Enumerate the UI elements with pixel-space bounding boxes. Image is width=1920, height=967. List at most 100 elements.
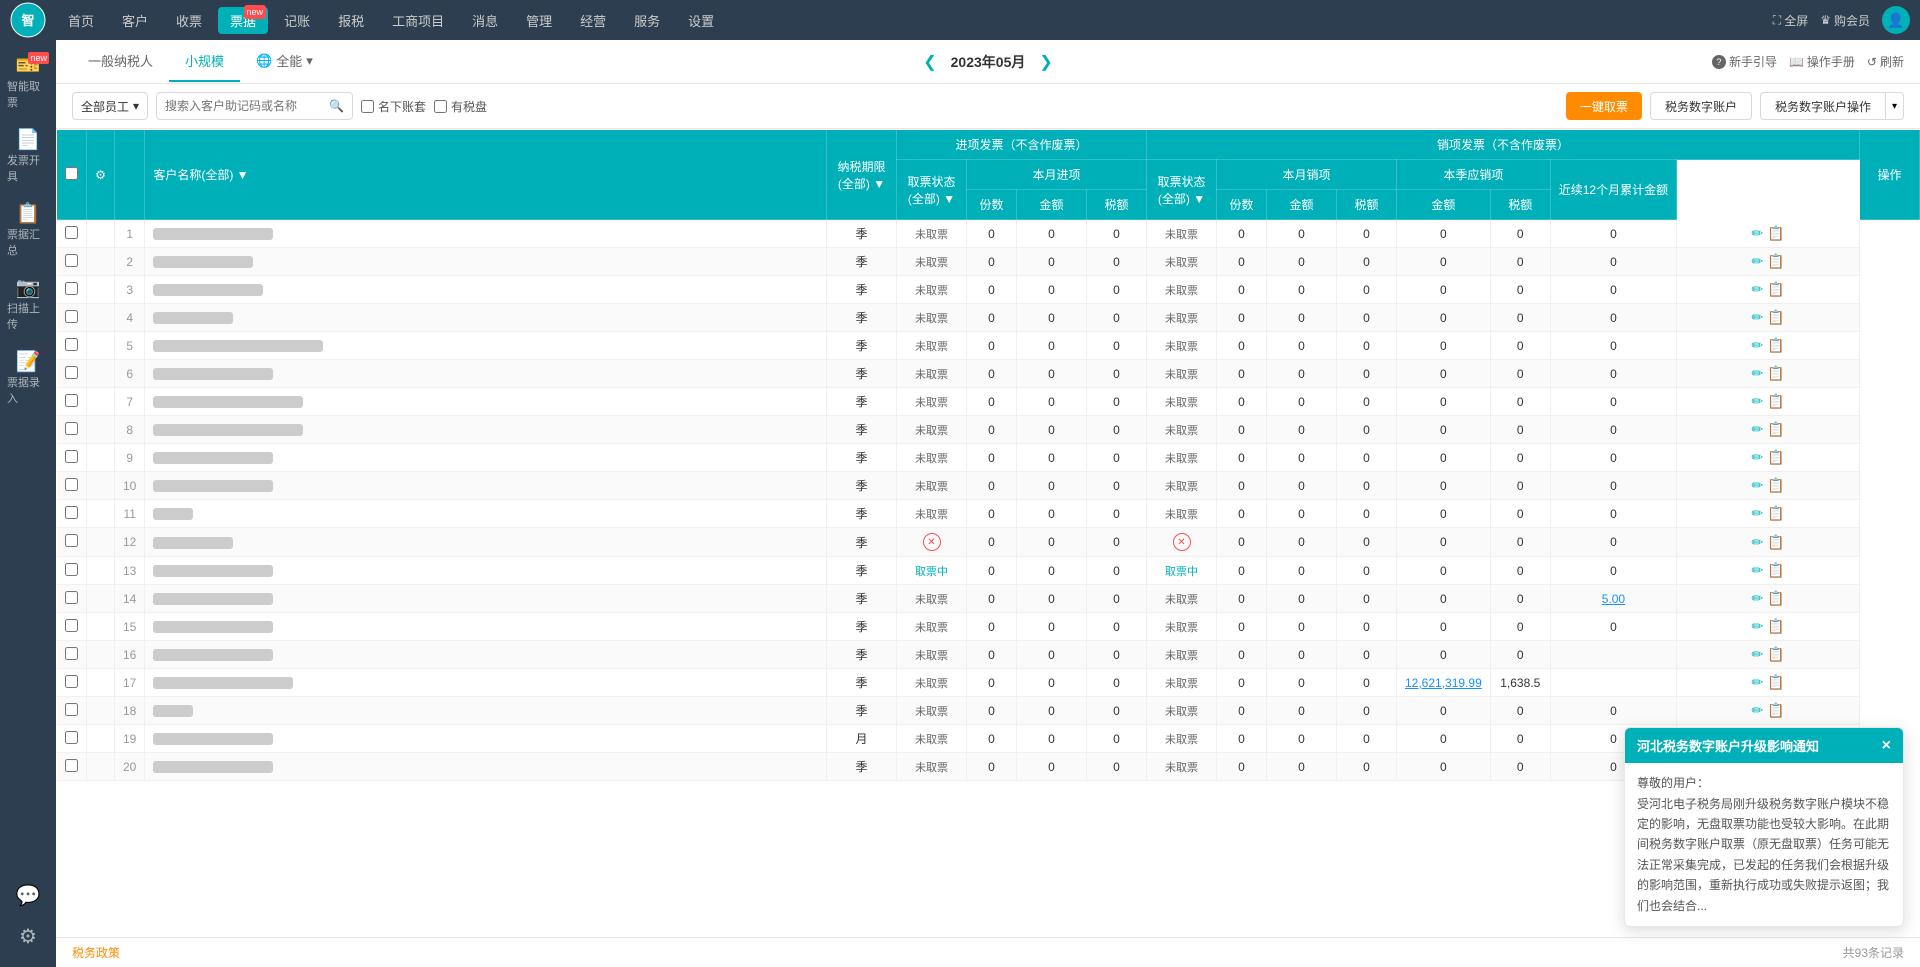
edit-icon[interactable]: ✏ [1751,281,1763,298]
row-checkbox[interactable] [65,759,78,772]
nav-tax[interactable]: 报税 [326,7,376,34]
nav-settings[interactable]: 设置 [676,7,726,34]
copy-icon[interactable]: 📋 [1767,225,1784,242]
q-amount-link[interactable]: 12,621,319.99 [1405,676,1482,690]
nav-messages[interactable]: 消息 [460,7,510,34]
nav-operations[interactable]: 经营 [568,7,618,34]
copy-icon[interactable]: 📋 [1767,421,1784,438]
row-checkbox[interactable] [65,226,78,239]
copy-icon[interactable]: 📋 [1767,590,1784,607]
edit-icon[interactable]: ✏ [1751,421,1763,438]
row-checkbox[interactable] [65,394,78,407]
row-checkbox[interactable] [65,703,78,716]
tab-general-taxpayer[interactable]: 一般纳税人 [72,41,169,82]
notification-close-btn[interactable]: × [1882,738,1891,754]
app-logo[interactable]: 智 [10,2,46,38]
employee-select[interactable]: 全部员工 ▾ [72,92,148,120]
tax-digital-account-btn[interactable]: 税务数字账户 [1650,92,1752,120]
sidebar-item-smart-ticket[interactable]: 🎫 智能取票 new [3,48,53,118]
manual-btn[interactable]: 📖 操作手册 [1789,53,1855,70]
search-icon[interactable]: 🔍 [329,99,344,113]
edit-icon[interactable]: ✏ [1751,449,1763,466]
tab-all-capable[interactable]: 🌐 全能 ▾ [240,41,329,82]
row-checkbox[interactable] [65,254,78,267]
row-checkbox[interactable] [65,731,78,744]
row-checkbox[interactable] [65,534,78,547]
settings-icon[interactable]: ⚙ [95,168,106,182]
nav-bookkeeping[interactable]: 记账 [272,7,322,34]
sidebar-item-scan-upload[interactable]: 📷 扫描上传 [3,270,53,340]
copy-icon[interactable]: 📋 [1767,337,1784,354]
refresh-btn[interactable]: ↺ 刷新 [1867,53,1904,70]
row-checkbox[interactable] [65,310,78,323]
user-avatar[interactable]: 👤 [1882,6,1910,34]
edit-icon[interactable]: ✏ [1751,393,1763,410]
row-checkbox[interactable] [65,675,78,688]
tab-small-scale[interactable]: 小规模 [169,41,240,82]
edit-icon[interactable]: ✏ [1751,534,1763,551]
edit-icon[interactable]: ✏ [1751,253,1763,270]
nav-business[interactable]: 工商项目 [380,7,456,34]
copy-icon[interactable]: 📋 [1767,393,1784,410]
copy-icon[interactable]: 📋 [1767,365,1784,382]
copy-icon[interactable]: 📋 [1767,309,1784,326]
sidebar-chat-btn[interactable]: 💬 [3,875,53,916]
new-guide-btn[interactable]: ? 新手引导 [1712,53,1777,70]
search-input[interactable] [165,99,325,113]
nav-manage[interactable]: 管理 [514,7,564,34]
row-checkbox[interactable] [65,647,78,660]
tax-digital-ops-btn[interactable]: 税务数字账户操作 [1760,92,1885,120]
row-checkbox[interactable] [65,478,78,491]
edit-icon[interactable]: ✏ [1751,365,1763,382]
copy-icon[interactable]: 📋 [1767,505,1784,522]
edit-icon[interactable]: ✏ [1751,505,1763,522]
select-all-checkbox[interactable] [65,167,78,180]
row-checkbox[interactable] [65,366,78,379]
copy-icon[interactable]: 📋 [1767,562,1784,579]
edit-icon[interactable]: ✏ [1751,562,1763,579]
sub-ledger-checkbox-label[interactable]: 名下账套 [361,98,426,115]
fullscreen-btn[interactable]: ⛶ 全屏 [1773,12,1808,29]
edit-icon[interactable]: ✏ [1751,646,1763,663]
nav-ticket[interactable]: 票据 new [218,7,268,34]
one-click-ticket-btn[interactable]: 一键取票 [1566,92,1642,120]
edit-icon[interactable]: ✏ [1751,674,1763,691]
row-checkbox[interactable] [65,450,78,463]
edit-icon[interactable]: ✏ [1751,477,1763,494]
edit-icon[interactable]: ✏ [1751,225,1763,242]
copy-icon[interactable]: 📋 [1767,646,1784,663]
prev-month-btn[interactable]: ❮ [917,50,942,74]
row-checkbox[interactable] [65,619,78,632]
row-checkbox[interactable] [65,282,78,295]
next-month-btn[interactable]: ❯ [1033,50,1058,74]
sidebar-item-invoice-open[interactable]: 📄 发票开具 [3,122,53,192]
edit-icon[interactable]: ✏ [1751,702,1763,719]
copy-icon[interactable]: 📋 [1767,477,1784,494]
edit-icon[interactable]: ✏ [1751,337,1763,354]
sub-ledger-checkbox[interactable] [361,100,374,113]
copy-icon[interactable]: 📋 [1767,618,1784,635]
has-tax-checkbox-label[interactable]: 有税盘 [434,98,487,115]
cumulative-link[interactable]: 5.00 [1602,592,1625,606]
row-checkbox[interactable] [65,591,78,604]
row-checkbox[interactable] [65,338,78,351]
edit-icon[interactable]: ✏ [1751,309,1763,326]
copy-icon[interactable]: 📋 [1767,534,1784,551]
copy-icon[interactable]: 📋 [1767,674,1784,691]
sidebar-settings-btn[interactable]: ⚙ [3,916,53,957]
nav-service[interactable]: 服务 [622,7,672,34]
vip-btn[interactable]: ♛ 购会员 [1820,12,1870,29]
row-checkbox[interactable] [65,506,78,519]
nav-client[interactable]: 客户 [110,7,160,34]
nav-home[interactable]: 首页 [56,7,106,34]
edit-icon[interactable]: ✏ [1751,618,1763,635]
copy-icon[interactable]: 📋 [1767,702,1784,719]
tax-policy-link[interactable]: 税务政策 [72,944,120,961]
sidebar-item-ticket-summary[interactable]: 📋 票据汇总 [3,196,53,266]
sidebar-item-ticket-entry[interactable]: 📝 票据录入 [3,344,53,414]
edit-icon[interactable]: ✏ [1751,590,1763,607]
row-checkbox[interactable] [65,563,78,576]
tax-digital-ops-caret[interactable]: ▾ [1885,92,1904,120]
copy-icon[interactable]: 📋 [1767,449,1784,466]
nav-receive-ticket[interactable]: 收票 [164,7,214,34]
